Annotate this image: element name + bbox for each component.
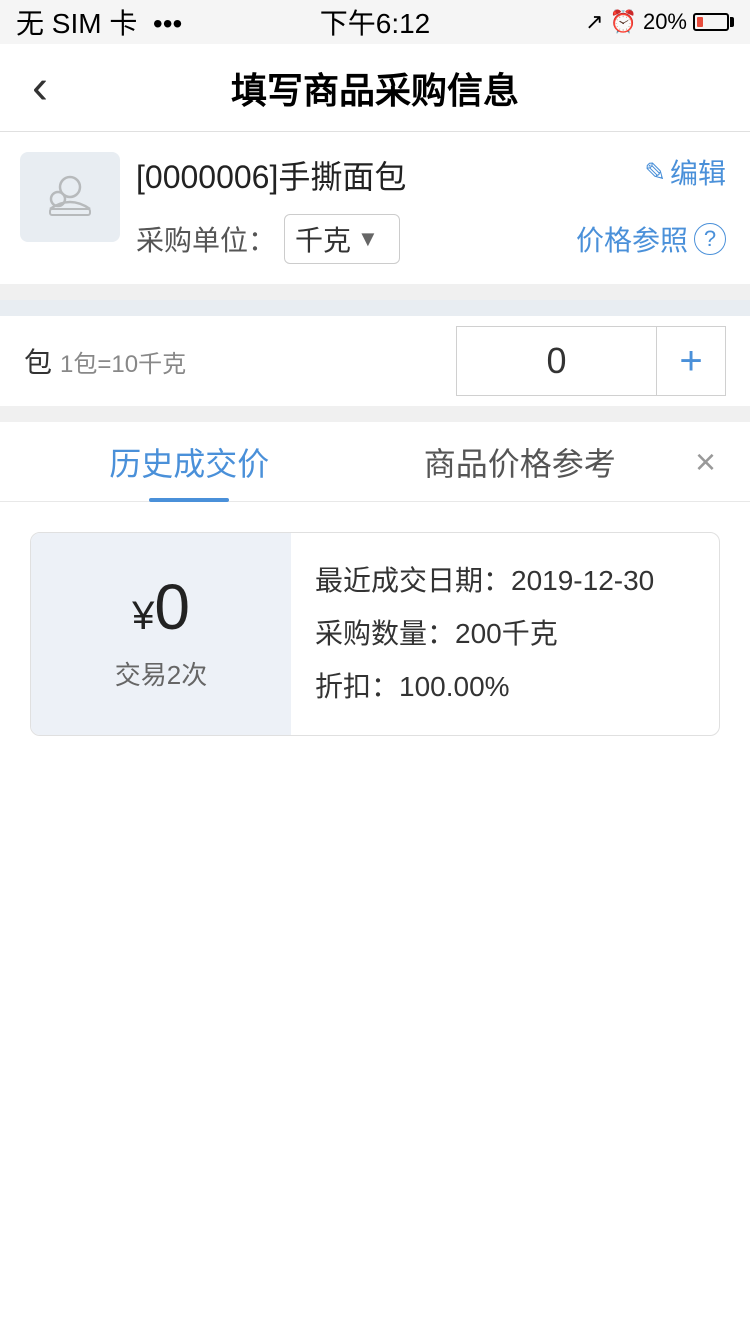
help-icon: ? xyxy=(694,223,726,255)
price-detail-quantity: 采购数量：200千克 xyxy=(315,614,695,653)
quantity-unit-info: 包 1包=10千克 xyxy=(24,341,186,381)
status-carrier: 无 SIM 卡 ••• xyxy=(16,2,182,42)
price-detail-discount: 折扣：100.00% xyxy=(315,667,695,706)
product-unit-row: 采购单位： 千克 ▼ 价格参照 ? xyxy=(136,214,726,264)
currency-symbol: ¥ xyxy=(132,594,154,638)
section-divider xyxy=(0,300,750,316)
price-reference-button[interactable]: 价格参照 ? xyxy=(576,219,726,259)
tab-price-reference[interactable]: 商品价格参考 xyxy=(354,422,684,502)
nav-bar: ‹ 填写商品采购信息 xyxy=(0,44,750,132)
price-main: ¥0 xyxy=(132,575,190,639)
back-icon: ‹ xyxy=(32,60,48,115)
price-ref-label: 价格参照 xyxy=(576,219,688,259)
price-card-right: 最近成交日期：2019-12-30 采购数量：200千克 折扣：100.00% xyxy=(291,533,719,735)
price-card: ¥0 交易2次 最近成交日期：2019-12-30 采购数量：200千克 折扣：… xyxy=(30,532,720,736)
product-card: [0000006]手撕面包 ✎ 编辑 采购单位： 千克 ▼ 价格参照 ? xyxy=(0,132,750,284)
battery-fill xyxy=(697,17,703,27)
quantity-plus-button[interactable]: + xyxy=(656,326,726,396)
alarm-icon: ⏰ xyxy=(610,9,637,35)
quantity-input[interactable]: 0 xyxy=(456,326,656,396)
status-time: 下午6:12 xyxy=(320,2,431,42)
close-icon: × xyxy=(695,441,716,482)
unit-selector[interactable]: 千克 ▼ xyxy=(284,214,400,264)
product-header: [0000006]手撕面包 ✎ 编辑 xyxy=(136,152,726,198)
plus-icon: + xyxy=(679,339,702,384)
unit-value: 千克 xyxy=(295,219,351,259)
chevron-down-icon: ▼ xyxy=(357,226,379,252)
page-title: 填写商品采购信息 xyxy=(231,62,519,114)
product-image-placeholder xyxy=(40,167,100,227)
status-icons: ↗ ⏰ 20% xyxy=(585,9,734,35)
bottom-content-area xyxy=(0,736,750,1336)
price-card-left: ¥0 交易2次 xyxy=(31,533,291,735)
quantity-unit-icon: 包 xyxy=(24,341,52,381)
unit-label: 采购单位： 千克 ▼ xyxy=(136,214,400,264)
product-info: [0000006]手撕面包 ✎ 编辑 采购单位： 千克 ▼ 价格参照 ? xyxy=(136,152,726,264)
edit-icon: ✎ xyxy=(644,157,666,188)
product-thumbnail xyxy=(20,152,120,242)
battery-tip xyxy=(730,17,734,27)
transaction-count: 交易2次 xyxy=(115,655,207,692)
quantity-row: 包 1包=10千克 0 + xyxy=(0,316,750,406)
price-detail-date: 最近成交日期：2019-12-30 xyxy=(315,561,695,600)
quantity-conversion: 1包=10千克 xyxy=(60,344,186,379)
battery-percent: 20% xyxy=(643,9,687,35)
edit-button[interactable]: ✎ 编辑 xyxy=(644,152,726,192)
battery-icon xyxy=(693,13,734,31)
back-button[interactable]: ‹ xyxy=(0,60,80,115)
bottom-panel: 历史成交价 商品价格参考 × ¥0 交易2次 最近成交日期：2019-12-30… xyxy=(0,422,750,1336)
price-value: 0 xyxy=(154,571,190,643)
edit-label: 编辑 xyxy=(670,152,726,192)
close-button[interactable]: × xyxy=(685,441,726,483)
tabs-bar: 历史成交价 商品价格参考 × xyxy=(0,422,750,502)
tab-history-price[interactable]: 历史成交价 xyxy=(24,422,354,502)
status-bar: 无 SIM 卡 ••• 下午6:12 ↗ ⏰ 20% xyxy=(0,0,750,44)
direction-icon: ↗ xyxy=(585,9,603,35)
quantity-input-area: 0 + xyxy=(202,326,726,396)
product-name: [0000006]手撕面包 xyxy=(136,152,406,198)
